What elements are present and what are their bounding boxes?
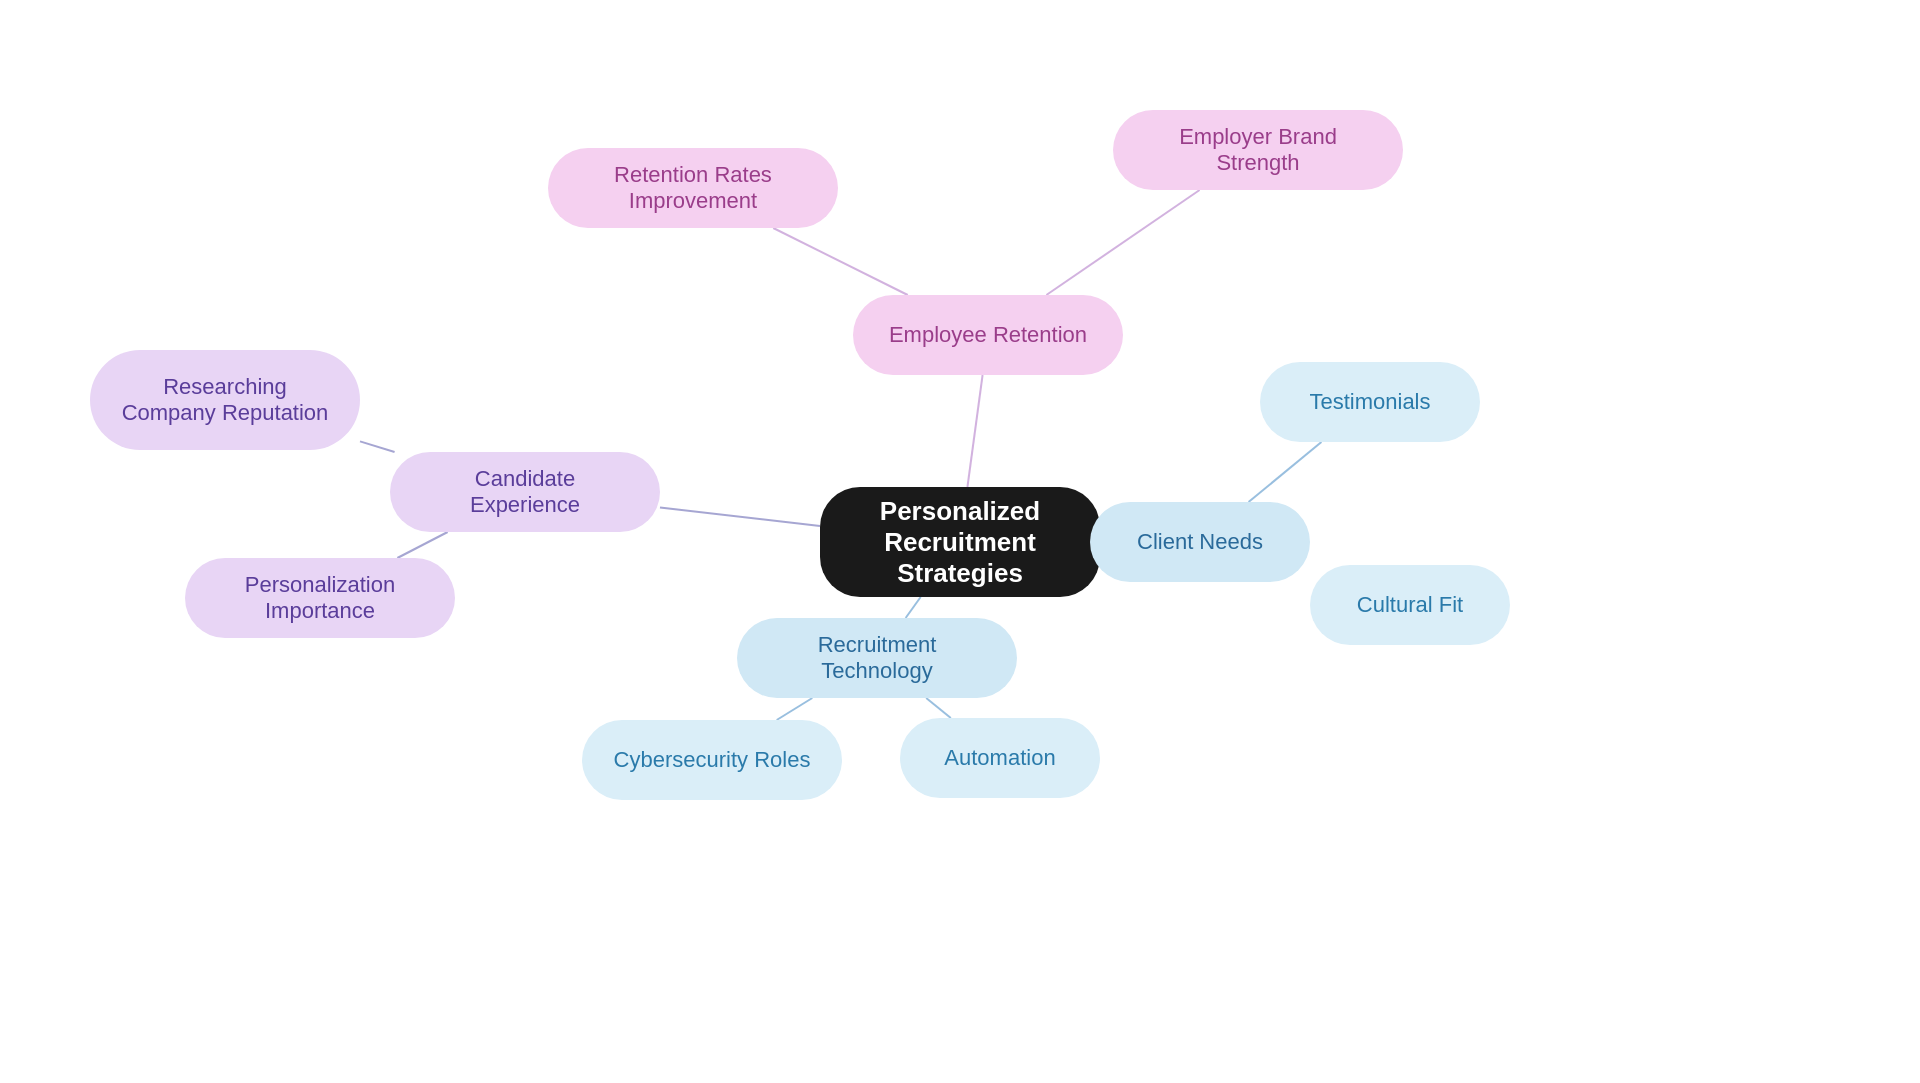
center-node[interactable]: Personalized Recruitment Strategies: [820, 487, 1100, 597]
node-label-personalization: Personalization Importance: [213, 572, 427, 624]
node-candidate-experience[interactable]: Candidate Experience: [390, 452, 660, 532]
node-client-needs[interactable]: Client Needs: [1090, 502, 1310, 582]
svg-line-7: [777, 698, 813, 720]
node-testimonials[interactable]: Testimonials: [1260, 362, 1480, 442]
svg-line-8: [926, 698, 951, 718]
node-label-testimonials: Testimonials: [1309, 389, 1430, 415]
node-cybersecurity-roles[interactable]: Cybersecurity Roles: [582, 720, 842, 800]
svg-line-1: [773, 228, 907, 295]
center-label: Personalized Recruitment Strategies: [848, 496, 1072, 589]
node-cultural-fit[interactable]: Cultural Fit: [1310, 565, 1510, 645]
svg-line-0: [967, 375, 982, 487]
node-label-client-needs: Client Needs: [1137, 529, 1263, 555]
node-employer-brand[interactable]: Employer Brand Strength: [1113, 110, 1403, 190]
node-label-recruitment-technology: Recruitment Technology: [765, 632, 989, 684]
svg-line-4: [360, 441, 395, 452]
node-label-cultural-fit: Cultural Fit: [1357, 592, 1463, 618]
node-personalization[interactable]: Personalization Importance: [185, 558, 455, 638]
svg-line-2: [1046, 190, 1199, 295]
node-label-automation: Automation: [944, 745, 1055, 771]
svg-line-10: [1249, 442, 1322, 502]
node-recruitment-technology[interactable]: Recruitment Technology: [737, 618, 1017, 698]
svg-line-5: [397, 532, 447, 558]
node-label-candidate-experience: Candidate Experience: [418, 466, 632, 518]
node-automation[interactable]: Automation: [900, 718, 1100, 798]
node-label-employer-brand: Employer Brand Strength: [1141, 124, 1375, 176]
node-label-employee-retention: Employee Retention: [889, 322, 1087, 348]
node-employee-retention[interactable]: Employee Retention: [853, 295, 1123, 375]
svg-line-3: [660, 508, 820, 526]
svg-line-6: [906, 597, 921, 618]
node-label-researching-company: Researching Company Reputation: [118, 374, 332, 426]
node-researching-company[interactable]: Researching Company Reputation: [90, 350, 360, 450]
node-retention-rates[interactable]: Retention Rates Improvement: [548, 148, 838, 228]
node-label-cybersecurity-roles: Cybersecurity Roles: [614, 747, 811, 773]
node-label-retention-rates: Retention Rates Improvement: [576, 162, 810, 214]
mind-map: Personalized Recruitment Strategies Empl…: [0, 0, 1920, 1083]
